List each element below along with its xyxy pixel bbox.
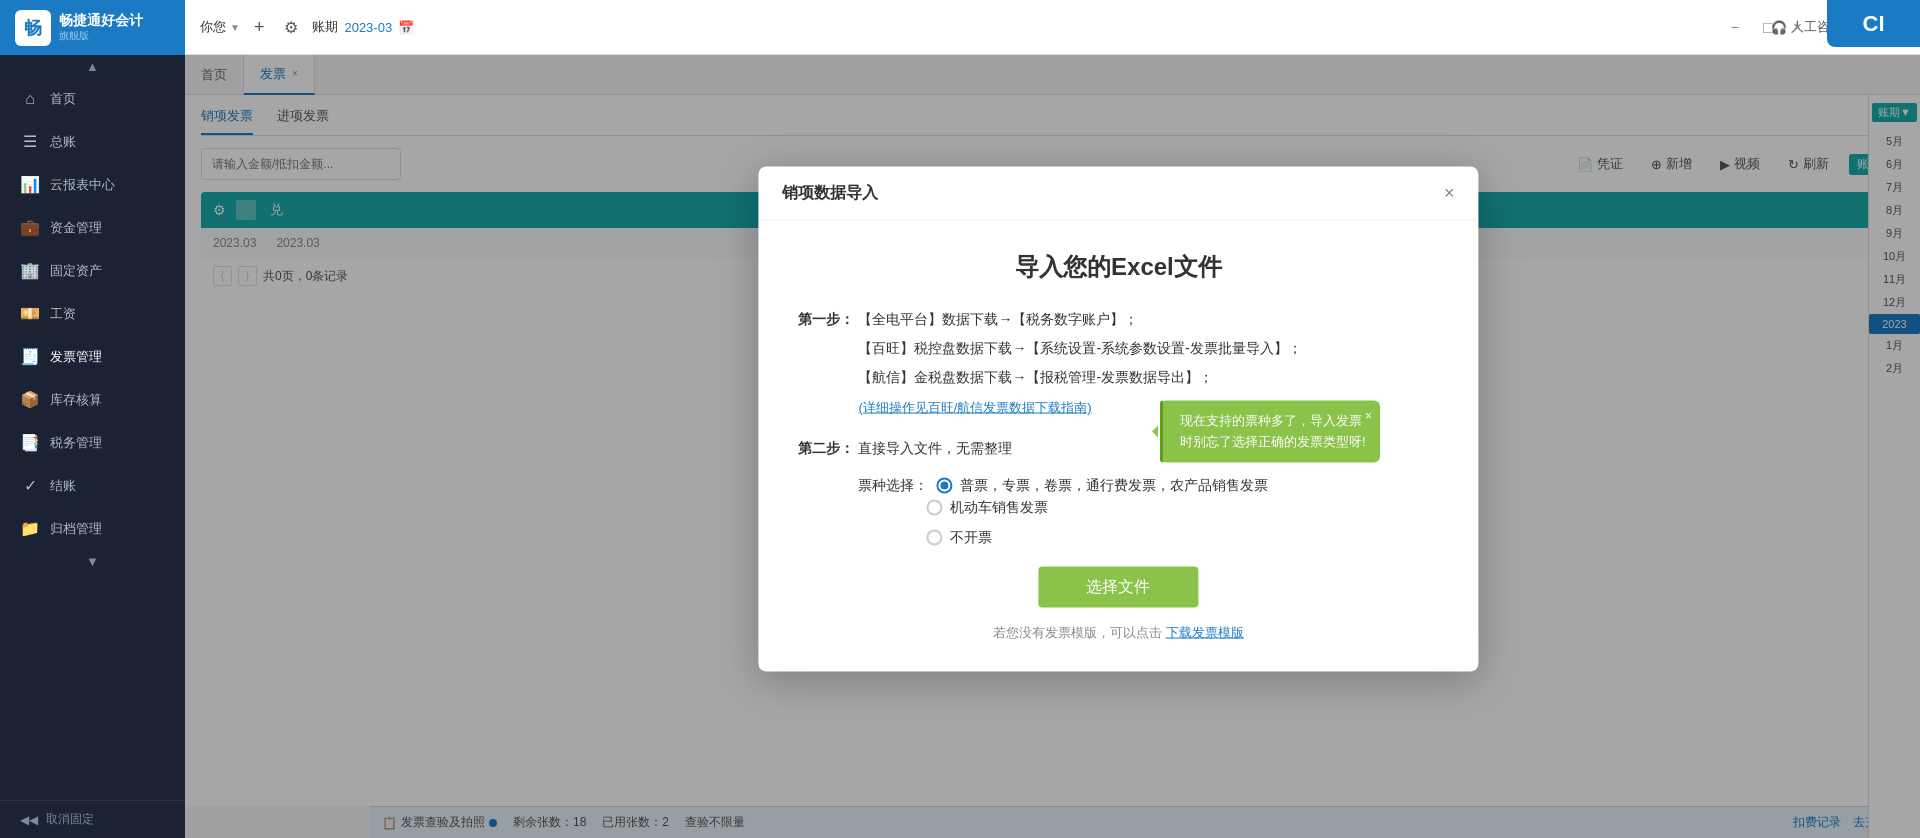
sidebar-item-label: 工资 — [50, 305, 76, 323]
tooltip-text: 现在支持的票种多了，导入发票时别忘了选择正确的发票类型呀! — [1174, 411, 1366, 453]
sidebar-item-salary[interactable]: 💴 工资 — [0, 292, 185, 335]
sidebar-item-archive[interactable]: 📁 归档管理 — [0, 507, 185, 550]
sidebar-item-ledger[interactable]: ☰ 总账 — [0, 120, 185, 163]
checkout-icon: ✓ — [20, 476, 40, 495]
sidebar-item-label: 结账 — [50, 477, 76, 495]
radio-circle-3 — [926, 529, 942, 545]
sidebar-item-fund[interactable]: 💼 资金管理 — [0, 206, 185, 249]
step2-label: 第二步： — [798, 435, 858, 460]
sidebar-item-label: 首页 — [50, 90, 76, 108]
current-user: 你您 — [200, 18, 226, 36]
sidebar-item-checkout[interactable]: ✓ 结账 — [0, 464, 185, 507]
modal-close-btn[interactable]: × — [1444, 183, 1455, 204]
radio-label-3: 不开票 — [950, 528, 992, 546]
radio-item-2[interactable]: 机动车销售发票 — [926, 498, 1438, 516]
sidebar-item-home[interactable]: ⌂ 首页 — [0, 78, 185, 120]
archive-icon: 📁 — [20, 519, 40, 538]
maximize-btn[interactable]: □ — [1757, 17, 1779, 39]
unpin-icon: ◀◀ — [20, 813, 38, 827]
step2-text: 直接导入文件，无需整理 — [858, 439, 1012, 455]
topbar: 你您 ▼ + ⚙ 账期 2023-03 📅 🎧 人工咨询 👤 用友 － □ × — [185, 0, 1920, 55]
sidebar-item-label: 固定资产 — [50, 262, 102, 280]
sidebar-item-tax[interactable]: 📑 税务管理 — [0, 421, 185, 464]
sidebar-item-label: 资金管理 — [50, 219, 102, 237]
sidebar-item-label: 总账 — [50, 133, 76, 151]
window-controls: － □ × — [1709, 0, 1820, 55]
logo-sub: 旗舰版 — [59, 29, 143, 43]
logo-text: 畅捷通好会计 — [59, 12, 143, 29]
tooltip-bar — [1160, 401, 1163, 463]
radio-label-1: 普票，专票，卷票，通行费发票，农产品销售发票 — [960, 476, 1268, 494]
download-hint: 若您没有发票模版，可以点击 下载发票模版 — [798, 623, 1438, 641]
step1-line1: 【全电平台】数据下载→【税务数字账户】； — [858, 307, 1438, 332]
reports-icon: 📊 — [20, 175, 40, 194]
radio-label: 票种选择： — [858, 476, 928, 494]
sidebar-item-assets[interactable]: 🏢 固定资产 — [0, 249, 185, 292]
add-button[interactable]: + — [248, 13, 271, 42]
step1-label: 第一步： — [798, 307, 858, 424]
sidebar-logo: 畅 畅捷通好会计 旗舰版 — [0, 0, 185, 55]
tooltip-close-btn[interactable]: × — [1365, 407, 1372, 426]
radio-group: 票种选择： 普票，专票，卷票，通行费发票，农产品销售发票 机动车销售发票 不开票 — [858, 476, 1438, 546]
sidebar: 畅 畅捷通好会计 旗舰版 ▲ ⌂ 首页 ☰ 总账 📊 云报表中心 💼 资金管理 … — [0, 0, 185, 838]
sidebar-item-label: 库存核算 — [50, 391, 102, 409]
scroll-up-arrow[interactable]: ▲ — [0, 55, 185, 78]
scroll-down-arrow[interactable]: ▼ — [0, 550, 185, 573]
unpin-label: 取消固定 — [46, 811, 94, 828]
radio-item-3[interactable]: 不开票 — [926, 528, 1438, 546]
calendar-icon: 📅 — [398, 20, 414, 35]
sidebar-item-label: 税务管理 — [50, 434, 102, 452]
period-value: 2023-03 — [344, 20, 392, 35]
home-icon: ⌂ — [20, 90, 40, 108]
select-file-btn[interactable]: 选择文件 — [1038, 566, 1198, 607]
sidebar-item-inventory[interactable]: 📦 库存核算 — [0, 378, 185, 421]
radio-label-2: 机动车销售发票 — [950, 498, 1048, 516]
radio-circle-2 — [926, 499, 942, 515]
sidebar-item-label: 发票管理 — [50, 348, 102, 366]
download-template-link[interactable]: 下载发票模版 — [1166, 624, 1244, 639]
minimize-btn[interactable]: － — [1721, 15, 1749, 40]
sidebar-menu: ▲ ⌂ 首页 ☰ 总账 📊 云报表中心 💼 资金管理 🏢 固定资产 💴 工资 🧾… — [0, 55, 185, 800]
modal-title: 销项数据导入 — [782, 183, 878, 204]
sidebar-bottom[interactable]: ◀◀ 取消固定 — [0, 800, 185, 838]
inventory-icon: 📦 — [20, 390, 40, 409]
topbar-user-selector[interactable]: 你您 ▼ — [200, 18, 240, 36]
ci-badge: CI — [1827, 0, 1920, 47]
sidebar-item-label: 归档管理 — [50, 520, 102, 538]
ledger-icon: ☰ — [20, 132, 40, 151]
radio-item-1[interactable]: 普票，专票，卷票，通行费发票，农产品销售发票 — [936, 476, 1268, 494]
modal-main-title: 导入您的Excel文件 — [798, 251, 1438, 283]
step1-line2: 【百旺】税控盘数据下载→【系统设置-系统参数设置-发票批量导入】； — [858, 336, 1438, 361]
settings-icon[interactable]: ⚙ — [278, 14, 304, 41]
close-btn[interactable]: × — [1787, 17, 1808, 39]
sidebar-item-reports[interactable]: 📊 云报表中心 — [0, 163, 185, 206]
modal-header: 销项数据导入 × — [758, 167, 1478, 221]
user-dropdown-arrow: ▼ — [230, 22, 240, 33]
radio-circle-1 — [936, 477, 952, 493]
period-label: 账期 — [312, 18, 338, 36]
sidebar-item-label: 云报表中心 — [50, 176, 115, 194]
tooltip-bubble: × 现在支持的票种多了，导入发票时别忘了选择正确的发票类型呀! — [1160, 401, 1380, 463]
invoice-icon: 🧾 — [20, 347, 40, 366]
step1-line3: 【航信】金税盘数据下载→【报税管理-发票数据导出】； — [858, 365, 1438, 390]
tax-icon: 📑 — [20, 433, 40, 452]
sidebar-item-invoice[interactable]: 🧾 发票管理 — [0, 335, 185, 378]
logo-icon: 畅 — [15, 10, 51, 46]
salary-icon: 💴 — [20, 304, 40, 323]
step1-link[interactable]: (详细操作见百旺/航信发票数据下载指南) — [858, 399, 1091, 414]
topbar-period: 账期 2023-03 📅 — [312, 18, 414, 36]
assets-icon: 🏢 — [20, 261, 40, 280]
download-hint-text: 若您没有发票模版，可以点击 — [993, 624, 1162, 639]
fund-icon: 💼 — [20, 218, 40, 237]
